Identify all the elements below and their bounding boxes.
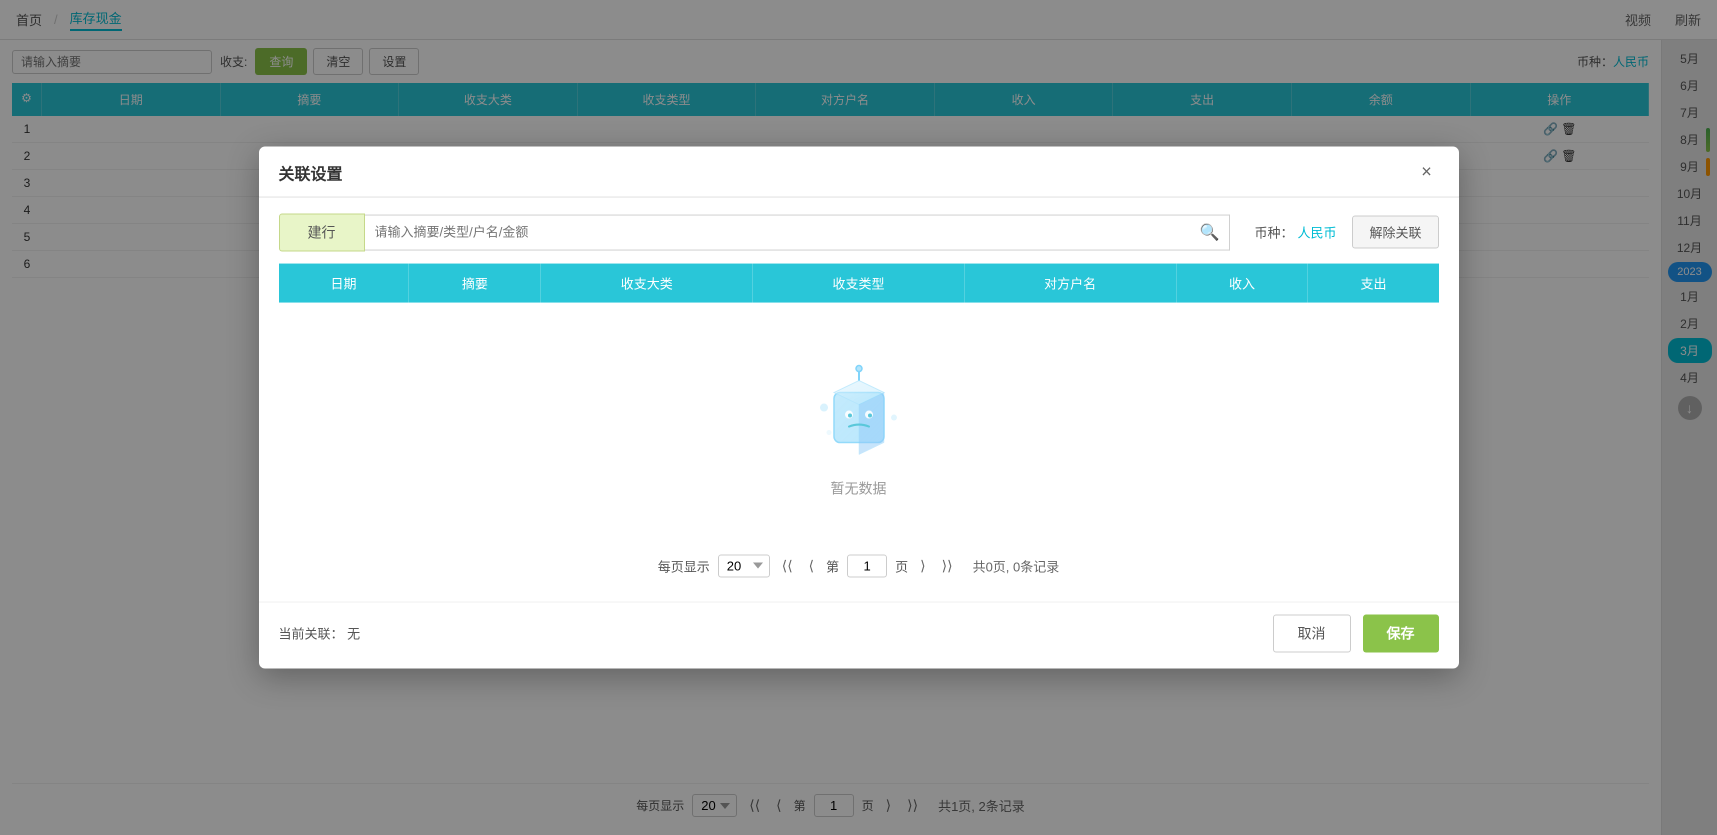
- page-number-input[interactable]: [847, 554, 887, 577]
- current-link-info: 当前关联： 无: [279, 624, 361, 643]
- table-header-row: 日期 摘要 收支大类 收支类型 对方户名 收入 支出: [279, 263, 1439, 302]
- last-page-btn[interactable]: ⟩⟩: [938, 555, 957, 576]
- search-box: 🔍: [365, 214, 1231, 250]
- cancel-button[interactable]: 取消: [1273, 614, 1351, 652]
- modal-table: 日期 摘要 收支大类 收支类型 对方户名 收入 支出: [279, 263, 1439, 538]
- modal-header: 关联设置 ×: [259, 146, 1459, 197]
- total-records: 共0页, 0条记录: [973, 556, 1060, 575]
- page-suffix: 页: [895, 556, 908, 575]
- empty-illustration: [809, 362, 909, 462]
- col-income: 收入: [1176, 263, 1308, 302]
- search-icon[interactable]: 🔍: [1200, 222, 1220, 242]
- modal-top-row: 建行 🔍 币种：人民币 解除关联: [279, 213, 1439, 251]
- page-label: 第: [826, 556, 839, 575]
- modal-dialog: 关联设置 × 建行 🔍 币种：人民币 解除关联 日期 摘要 收支大类 收支类: [259, 146, 1459, 668]
- modal-body: 建行 🔍 币种：人民币 解除关联 日期 摘要 收支大类 收支类型 对方户名 收入: [259, 197, 1459, 601]
- empty-text: 暂无数据: [831, 478, 887, 498]
- next-page-btn[interactable]: ⟩: [916, 555, 929, 576]
- bank-tab[interactable]: 建行: [279, 213, 365, 251]
- current-link-value: 无: [347, 627, 360, 642]
- footer-buttons: 取消 保存: [1273, 614, 1439, 652]
- modal-pagination: 每页显示 20 50 100 ⟨⟨ ⟨ 第 页 ⟩ ⟩⟩ 共0页, 0条记录: [279, 538, 1439, 585]
- unlink-button[interactable]: 解除关联: [1352, 216, 1438, 249]
- col-abstract: 摘要: [409, 263, 541, 302]
- modal-close-button[interactable]: ×: [1415, 160, 1439, 184]
- save-button[interactable]: 保存: [1363, 614, 1439, 652]
- col-counterpart: 对方户名: [964, 263, 1176, 302]
- table-body: 暂无数据: [279, 302, 1439, 538]
- per-page-label: 每页显示: [658, 556, 710, 575]
- col-type: 收支类型: [753, 263, 965, 302]
- modal-search-input[interactable]: [375, 225, 1200, 240]
- currency-label: 币种：人民币: [1254, 223, 1336, 242]
- first-page-btn[interactable]: ⟨⟨: [778, 555, 797, 576]
- modal-title: 关联设置: [279, 160, 343, 184]
- empty-row: 暂无数据: [279, 302, 1439, 538]
- modal-footer: 当前关联： 无 取消 保存: [259, 601, 1459, 668]
- col-date: 日期: [279, 263, 409, 302]
- col-category: 收支大类: [541, 263, 753, 302]
- empty-state: 暂无数据: [279, 302, 1439, 538]
- per-page-select[interactable]: 20 50 100: [718, 554, 770, 577]
- prev-page-btn[interactable]: ⟨: [805, 555, 818, 576]
- col-expense: 支出: [1308, 263, 1439, 302]
